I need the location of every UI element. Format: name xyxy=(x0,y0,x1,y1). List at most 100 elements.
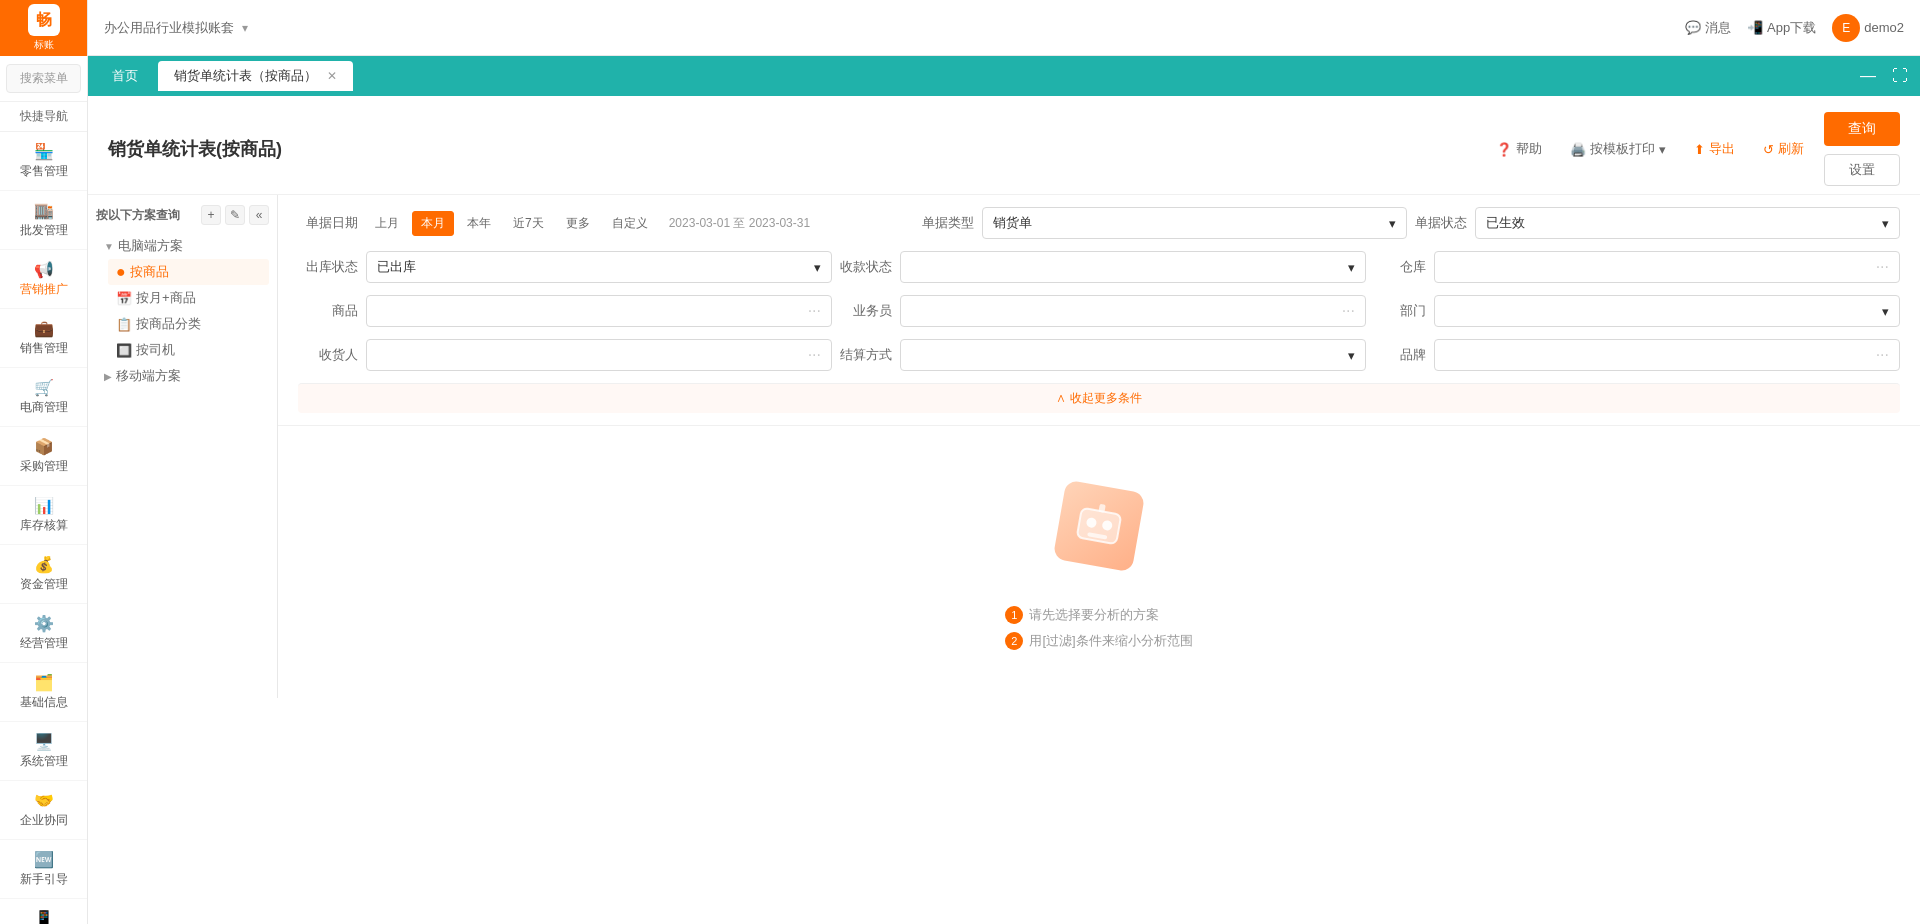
filter-receipt-status: 收款状态 ▾ xyxy=(832,251,1366,283)
sidebar-item-retail[interactable]: 🏪 零售管理 xyxy=(0,132,87,191)
export-button[interactable]: ⬆ 导出 xyxy=(1686,136,1743,162)
empty-hints: 1 请先选择要分析的方案 2 用[过滤]条件来缩小分析范围 xyxy=(1005,606,1192,658)
sidebar-item-basic[interactable]: 🗂️ 基础信息 xyxy=(0,663,87,722)
print-dropdown-icon[interactable]: ▾ xyxy=(1659,142,1666,157)
receipt-status-label: 收款状态 xyxy=(832,258,892,276)
receipt-status-control[interactable]: ▾ xyxy=(900,251,1366,283)
tree-item-by-goods[interactable]: ● 按商品 xyxy=(108,259,269,285)
goods-control[interactable]: ··· xyxy=(366,295,832,327)
receiver-control[interactable]: ··· xyxy=(366,339,832,371)
tab-close-icon[interactable]: ✕ xyxy=(327,69,337,83)
staff-dots-icon[interactable]: ··· xyxy=(1342,302,1355,320)
message-button[interactable]: 💬 消息 xyxy=(1685,19,1731,37)
date-tab-more[interactable]: 更多 xyxy=(557,211,599,236)
sidebar-item-purchase[interactable]: 📦 采购管理 xyxy=(0,427,87,486)
tab-minimize-button[interactable]: — xyxy=(1856,63,1880,89)
quick-nav-button[interactable]: 快捷导航 xyxy=(0,102,87,132)
basic-icon: 🗂️ xyxy=(4,673,83,692)
sidebar-item-operation[interactable]: ⚙️ 经营管理 xyxy=(0,604,87,663)
sidebar-item-inventory[interactable]: 📊 库存核算 xyxy=(0,486,87,545)
user-profile[interactable]: E demo2 xyxy=(1832,14,1904,42)
receiver-label: 收货人 xyxy=(298,346,358,364)
warehouse-control[interactable]: ··· xyxy=(1434,251,1900,283)
content-wrapper: 按以下方案查询 + ✎ « ▼ 电脑端方案 ● 按商品 xyxy=(88,195,1920,698)
date-tab-custom[interactable]: 自定义 xyxy=(603,211,657,236)
brand-control[interactable]: ··· xyxy=(1434,339,1900,371)
tree-item-goods-category[interactable]: 📋 按商品分类 xyxy=(108,311,269,337)
tab-maximize-button[interactable]: ⛶ xyxy=(1888,63,1912,89)
tree-group-mobile[interactable]: ▶ 移动端方案 xyxy=(96,363,269,389)
dept-control[interactable]: ▾ xyxy=(1434,295,1900,327)
search-menu-button[interactable]: 搜索菜单 xyxy=(6,64,81,93)
sidebar-item-sales[interactable]: 💼 销售管理 xyxy=(0,309,87,368)
purchase-icon: 📦 xyxy=(4,437,83,456)
staff-control[interactable]: ··· xyxy=(900,295,1366,327)
header-right: 💬 消息 📲 App下载 E demo2 xyxy=(1685,14,1904,42)
set-button[interactable]: 设置 xyxy=(1824,154,1900,186)
tree-group-desktop[interactable]: ▼ 电脑端方案 xyxy=(96,233,269,259)
add-scheme-button[interactable]: + xyxy=(201,205,221,225)
print-label: 按模板打印 xyxy=(1590,140,1655,158)
help-label: 帮助 xyxy=(1516,140,1542,158)
sidebar: 畅 标账 搜索菜单 快捷导航 🏪 零售管理 🏬 批发管理 📢 营销推广 💼 销售… xyxy=(0,0,88,924)
tree-item-goods-category-label: 按商品分类 xyxy=(136,315,201,333)
collapse-filter-button[interactable]: ∧ 收起更多条件 xyxy=(298,383,1900,413)
brand-dots-icon[interactable]: ··· xyxy=(1876,346,1889,364)
filter-goods: 商品 ··· xyxy=(298,295,832,327)
page-actions: ❓ 帮助 🖨️ 按模板打印 ▾ ⬆ 导出 ↺ 刷新 查询 xyxy=(1488,112,1900,186)
sidebar-item-system[interactable]: 🖥️ 系统管理 xyxy=(0,722,87,781)
tree-item-month-goods[interactable]: 📅 按月+商品 xyxy=(108,285,269,311)
edit-scheme-button[interactable]: ✎ xyxy=(225,205,245,225)
sidebar-item-marketing-label: 营销推广 xyxy=(4,281,83,298)
filter-row-4: 收货人 ··· 结算方式 ▾ xyxy=(298,339,1900,371)
date-tab-7days[interactable]: 近7天 xyxy=(504,211,553,236)
help-icon: ❓ xyxy=(1496,142,1512,157)
sidebar-item-marketing[interactable]: 📢 营销推广 xyxy=(0,250,87,309)
out-status-control[interactable]: 已出库 ▾ xyxy=(366,251,832,283)
logo-text: 标账 xyxy=(34,38,54,52)
refresh-button[interactable]: ↺ 刷新 xyxy=(1755,136,1812,162)
print-button[interactable]: 🖨️ 按模板打印 ▾ xyxy=(1562,136,1674,162)
settle-control[interactable]: ▾ xyxy=(900,339,1366,371)
sidebar-item-purchase-label: 采购管理 xyxy=(4,458,83,475)
filter-receiver: 收货人 ··· xyxy=(298,339,832,371)
search-menu-area[interactable]: 搜索菜单 xyxy=(0,56,87,102)
sidebar-item-wholesale[interactable]: 🏬 批发管理 xyxy=(0,191,87,250)
filter-row-2: 出库状态 已出库 ▾ 收款状态 ▾ xyxy=(298,251,1900,283)
driver-icon: 🔲 xyxy=(116,343,132,358)
filter-doc-status: 单据状态 已生效 ▾ xyxy=(1407,207,1900,239)
sidebar-item-basic-label: 基础信息 xyxy=(4,694,83,711)
doc-type-control[interactable]: 销货单 ▾ xyxy=(982,207,1407,239)
empty-icon xyxy=(1039,466,1159,586)
doc-type-dropdown-icon: ▾ xyxy=(1389,216,1396,231)
tab-home[interactable]: 首页 xyxy=(96,61,154,91)
sidebar-item-onboarding[interactable]: 🆕 新手引导 xyxy=(0,840,87,899)
filter-row-3: 商品 ··· 业务员 ··· xyxy=(298,295,1900,327)
warehouse-dots-icon[interactable]: ··· xyxy=(1876,258,1889,276)
goods-dots-icon[interactable]: ··· xyxy=(808,302,821,320)
right-content: 单据日期 上月 本月 本年 近7天 更多 自定义 20 xyxy=(278,195,1920,698)
tab-sales-stats[interactable]: 销货单统计表（按商品） ✕ xyxy=(158,61,353,91)
doc-type-label: 单据类型 xyxy=(914,214,974,232)
receiver-dots-icon[interactable]: ··· xyxy=(808,346,821,364)
date-tab-this-year[interactable]: 本年 xyxy=(458,211,500,236)
empty-hint-1: 1 请先选择要分析的方案 xyxy=(1005,606,1192,624)
sidebar-item-finance[interactable]: 💰 资金管理 xyxy=(0,545,87,604)
tree-item-driver[interactable]: 🔲 按司机 xyxy=(108,337,269,363)
doc-status-control[interactable]: 已生效 ▾ xyxy=(1475,207,1900,239)
date-tab-last-month[interactable]: 上月 xyxy=(366,211,408,236)
help-button[interactable]: ❓ 帮助 xyxy=(1488,136,1550,162)
page-title: 销货单统计表(按商品) xyxy=(108,137,282,161)
header-dropdown-icon[interactable]: ▾ xyxy=(242,21,248,35)
date-tab-this-month[interactable]: 本月 xyxy=(412,211,454,236)
sidebar-item-app-center[interactable]: 📱 应用中心 xyxy=(0,899,87,924)
collapse-panel-button[interactable]: « xyxy=(249,205,269,225)
sidebar-item-ecommerce[interactable]: 🛒 电商管理 xyxy=(0,368,87,427)
app-download-button[interactable]: 📲 App下载 xyxy=(1747,19,1816,37)
hint-2-text: 用[过滤]条件来缩小分析范围 xyxy=(1029,632,1192,650)
date-filter-control: 上月 本月 本年 近7天 更多 自定义 2023-03-01 至 2023-03… xyxy=(366,211,914,236)
query-button[interactable]: 查询 xyxy=(1824,112,1900,146)
sales-icon: 💼 xyxy=(4,319,83,338)
logo-icon: 畅 xyxy=(28,4,60,36)
sidebar-item-enterprise[interactable]: 🤝 企业协同 xyxy=(0,781,87,840)
